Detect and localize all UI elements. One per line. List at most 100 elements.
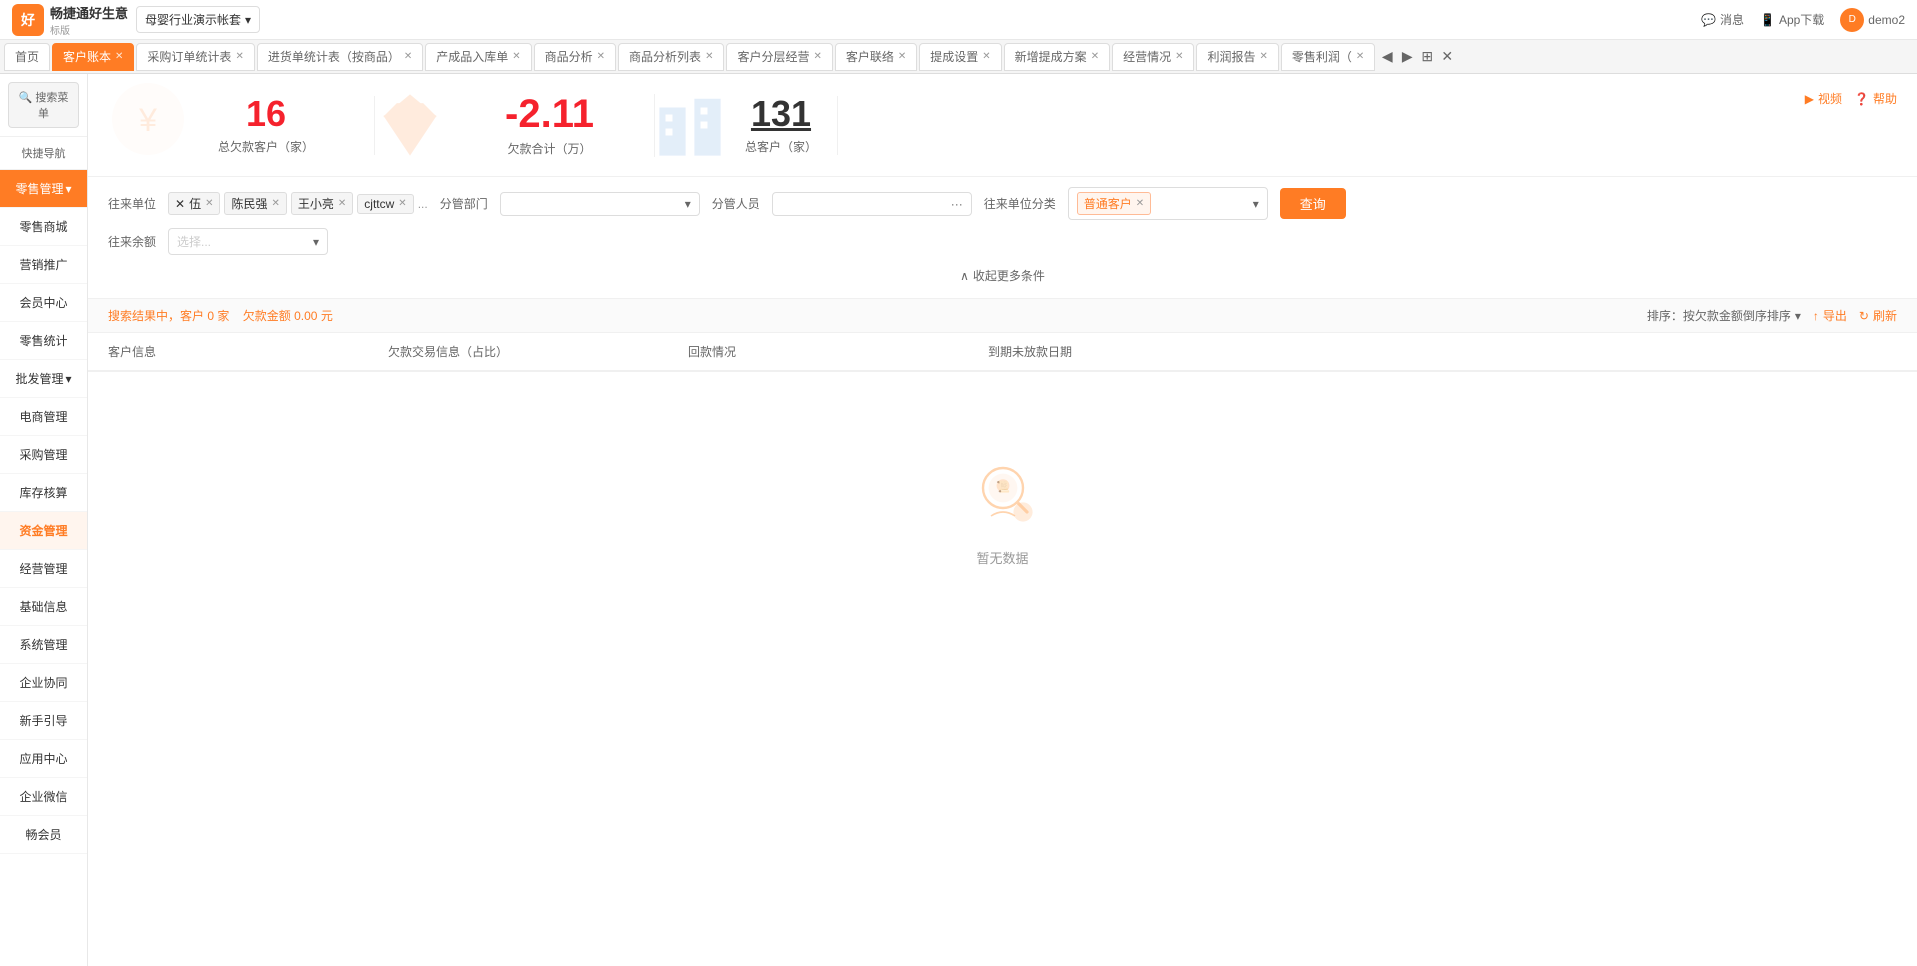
- deco-diamond-icon: [375, 90, 445, 160]
- content-area: ¥ 16 总欠款客户（家） -2.11 欠款合计（万）: [88, 74, 1917, 966]
- tab-customer-segment[interactable]: 客户分层经营 ✕: [726, 43, 832, 71]
- help-btn[interactable]: ❓ 帮助: [1854, 90, 1897, 107]
- sidebar-item-retail-stats[interactable]: 零售统计: [0, 322, 87, 360]
- quick-nav-btn[interactable]: 快捷导航: [0, 137, 87, 170]
- results-info: 搜索结果中，客户 0 家 欠款金额 0.00 元: [108, 307, 333, 324]
- remove-tag-wang[interactable]: ✕: [338, 198, 346, 209]
- stat-credit-customers: 16 总欠款客户（家）: [198, 96, 375, 155]
- user-menu[interactable]: D demo2: [1840, 8, 1905, 32]
- app-download-btn[interactable]: 📱 App下载: [1760, 11, 1824, 28]
- tab-stock-stat[interactable]: 进货单统计表（按商品） ✕: [257, 43, 423, 71]
- tab-next-btn[interactable]: ▶: [1397, 43, 1417, 71]
- video-icon: ▶: [1805, 92, 1814, 106]
- search-menu-btn[interactable]: 🔍 搜索菜单: [8, 82, 79, 128]
- sidebar-search-area: 🔍 搜索菜单: [0, 74, 87, 137]
- sidebar-item-basic-info[interactable]: 基础信息: [0, 588, 87, 626]
- tab-close-icon[interactable]: ✕: [705, 51, 713, 62]
- sidebar-item-vip-member[interactable]: 畅会员: [0, 816, 87, 854]
- sidebar-item-business-mgmt[interactable]: 经营管理: [0, 550, 87, 588]
- tab-close-icon[interactable]: ✕: [512, 51, 520, 62]
- dept-select[interactable]: ▾: [500, 192, 700, 216]
- tab-close-icon[interactable]: ✕: [115, 51, 123, 62]
- sidebar-item-new-guide[interactable]: 新手引导: [0, 702, 87, 740]
- credit-total-label: 欠款合计（万）: [507, 140, 591, 157]
- filter-tag-chen: 陈民强 ✕: [224, 192, 286, 215]
- sidebar-item-retail-mall[interactable]: 零售商城: [0, 208, 87, 246]
- sidebar-item-sys-mgmt[interactable]: 系统管理: [0, 626, 87, 664]
- tab-customer-ledger[interactable]: 客户账本 ✕: [52, 43, 134, 71]
- sidebar-item-purchase-mgmt[interactable]: 采购管理: [0, 436, 87, 474]
- empty-label: 暂无数据: [976, 548, 1028, 567]
- tab-customer-contact[interactable]: 客户联络 ✕: [835, 43, 917, 71]
- person-select[interactable]: ···: [772, 192, 972, 216]
- tab-close-icon[interactable]: ✕: [1091, 51, 1099, 62]
- filter-row-1: 往来单位 ✕ 伍 ✕ 陈民强 ✕ 王小亮 ✕: [108, 187, 1897, 220]
- sidebar-item-marketing[interactable]: 营销推广: [0, 246, 87, 284]
- help-icon: ❓: [1854, 92, 1869, 106]
- tab-purchase-order-stat[interactable]: 采购订单统计表 ✕: [136, 43, 254, 71]
- tab-increase-settings[interactable]: 提成设置 ✕: [919, 43, 1001, 71]
- sidebar-item-app-center[interactable]: 应用中心: [0, 740, 87, 778]
- col-header-repayment: 回款情况: [688, 343, 988, 360]
- no-data-icon: 📜: [963, 452, 1043, 532]
- query-button[interactable]: 查询: [1280, 188, 1346, 219]
- balance-select[interactable]: 选择... ▾: [168, 228, 328, 255]
- sidebar-item-retail-mgmt[interactable]: 零售管理 ▾: [0, 170, 87, 208]
- sidebar-item-capital-mgmt[interactable]: 资金管理: [0, 512, 87, 550]
- col-header-customer-info: 客户信息: [108, 343, 388, 360]
- main-layout: 🔍 搜索菜单 快捷导航 零售管理 ▾ 零售商城 营销推广 会员中心 零售统计 批…: [0, 74, 1917, 966]
- filter-more-btn[interactable]: ...: [418, 197, 428, 211]
- remove-tag-chen[interactable]: ✕: [272, 198, 280, 209]
- tab-new-increase-plan[interactable]: 新增提成方案 ✕: [1004, 43, 1110, 71]
- credit-total-value: -2.11: [505, 94, 594, 134]
- message-btn[interactable]: 💬 消息: [1701, 11, 1744, 28]
- tab-close-icon[interactable]: ✕: [1260, 51, 1268, 62]
- tab-close-icon[interactable]: ✕: [1175, 51, 1183, 62]
- stat-total-customers: 131 总客户（家）: [725, 96, 838, 155]
- results-bar: 搜索结果中，客户 0 家 欠款金额 0.00 元 排序：按欠款金额倒序排序 ▾ …: [88, 299, 1917, 333]
- top-bar: 好 畅捷通好生意 标版 母婴行业演示帐套 ▾ 💬 消息 📱 App下载 D de…: [0, 0, 1917, 40]
- sidebar-item-inventory-check[interactable]: 库存核算: [0, 474, 87, 512]
- unit-label: 往来单位: [108, 195, 156, 212]
- tab-prev-btn[interactable]: ◀: [1377, 43, 1397, 71]
- tab-close-icon[interactable]: ✕: [235, 51, 243, 62]
- tab-close-icon[interactable]: ✕: [813, 51, 821, 62]
- deco-building-icon: [655, 90, 725, 160]
- col-header-credit-transaction: 欠款交易信息（占比）: [388, 343, 688, 360]
- sidebar: 🔍 搜索菜单 快捷导航 零售管理 ▾ 零售商城 营销推广 会员中心 零售统计 批…: [0, 74, 88, 966]
- tab-close-icon[interactable]: ✕: [404, 51, 412, 62]
- video-btn[interactable]: ▶ 视频: [1805, 90, 1842, 107]
- sort-btn[interactable]: 排序：按欠款金额倒序排序 ▾: [1647, 307, 1801, 324]
- tab-home[interactable]: 首页: [4, 43, 50, 71]
- collapse-filter-btn[interactable]: ∧ 收起更多条件: [108, 263, 1897, 288]
- refresh-btn[interactable]: ↻ 刷新: [1859, 307, 1897, 324]
- unit-type-select[interactable]: 普通客户 ✕ ▾: [1068, 187, 1268, 220]
- tab-goods-analysis-list[interactable]: 商品分析列表 ✕: [618, 43, 724, 71]
- filter-tag-wu: ✕ 伍 ✕: [168, 192, 220, 215]
- tab-close-icon[interactable]: ✕: [982, 51, 990, 62]
- remove-unit-type-tag[interactable]: ✕: [1136, 198, 1144, 209]
- sidebar-item-enterprise-collab[interactable]: 企业协同: [0, 664, 87, 702]
- sidebar-item-ecommerce-mgmt[interactable]: 电商管理: [0, 398, 87, 436]
- remove-tag-cjttcw[interactable]: ✕: [398, 198, 406, 209]
- tab-close-icon[interactable]: ✕: [898, 51, 906, 62]
- stat-credit-total: -2.11 欠款合计（万）: [445, 94, 655, 157]
- tab-expand-btn[interactable]: ⊞: [1417, 43, 1437, 71]
- sidebar-item-enterprise-wechat[interactable]: 企业微信: [0, 778, 87, 816]
- sidebar-item-wholesale-mgmt[interactable]: 批发管理 ▾: [0, 360, 87, 398]
- tab-profit-report[interactable]: 利润报告 ✕: [1196, 43, 1278, 71]
- tab-close-all-btn[interactable]: ✕: [1437, 43, 1457, 71]
- filter-tag-wang: 王小亮 ✕: [291, 192, 353, 215]
- sidebar-item-member-center[interactable]: 会员中心: [0, 284, 87, 322]
- tab-retail-profit[interactable]: 零售利润（ ✕: [1281, 43, 1375, 71]
- stats-bar: ¥ 16 总欠款客户（家） -2.11 欠款合计（万）: [88, 74, 1917, 177]
- tab-production-stock[interactable]: 产成品入库单 ✕: [425, 43, 531, 71]
- dept-label: 分管部门: [440, 195, 488, 212]
- export-btn[interactable]: ↑ 导出: [1813, 307, 1847, 324]
- tab-business-situation[interactable]: 经营情况 ✕: [1112, 43, 1194, 71]
- remove-tag-wu[interactable]: ✕: [205, 198, 213, 209]
- tab-close-icon[interactable]: ✕: [597, 51, 605, 62]
- company-selector[interactable]: 母婴行业演示帐套 ▾: [136, 6, 260, 33]
- tab-goods-analysis[interactable]: 商品分析 ✕: [534, 43, 616, 71]
- tab-close-icon[interactable]: ✕: [1356, 51, 1364, 62]
